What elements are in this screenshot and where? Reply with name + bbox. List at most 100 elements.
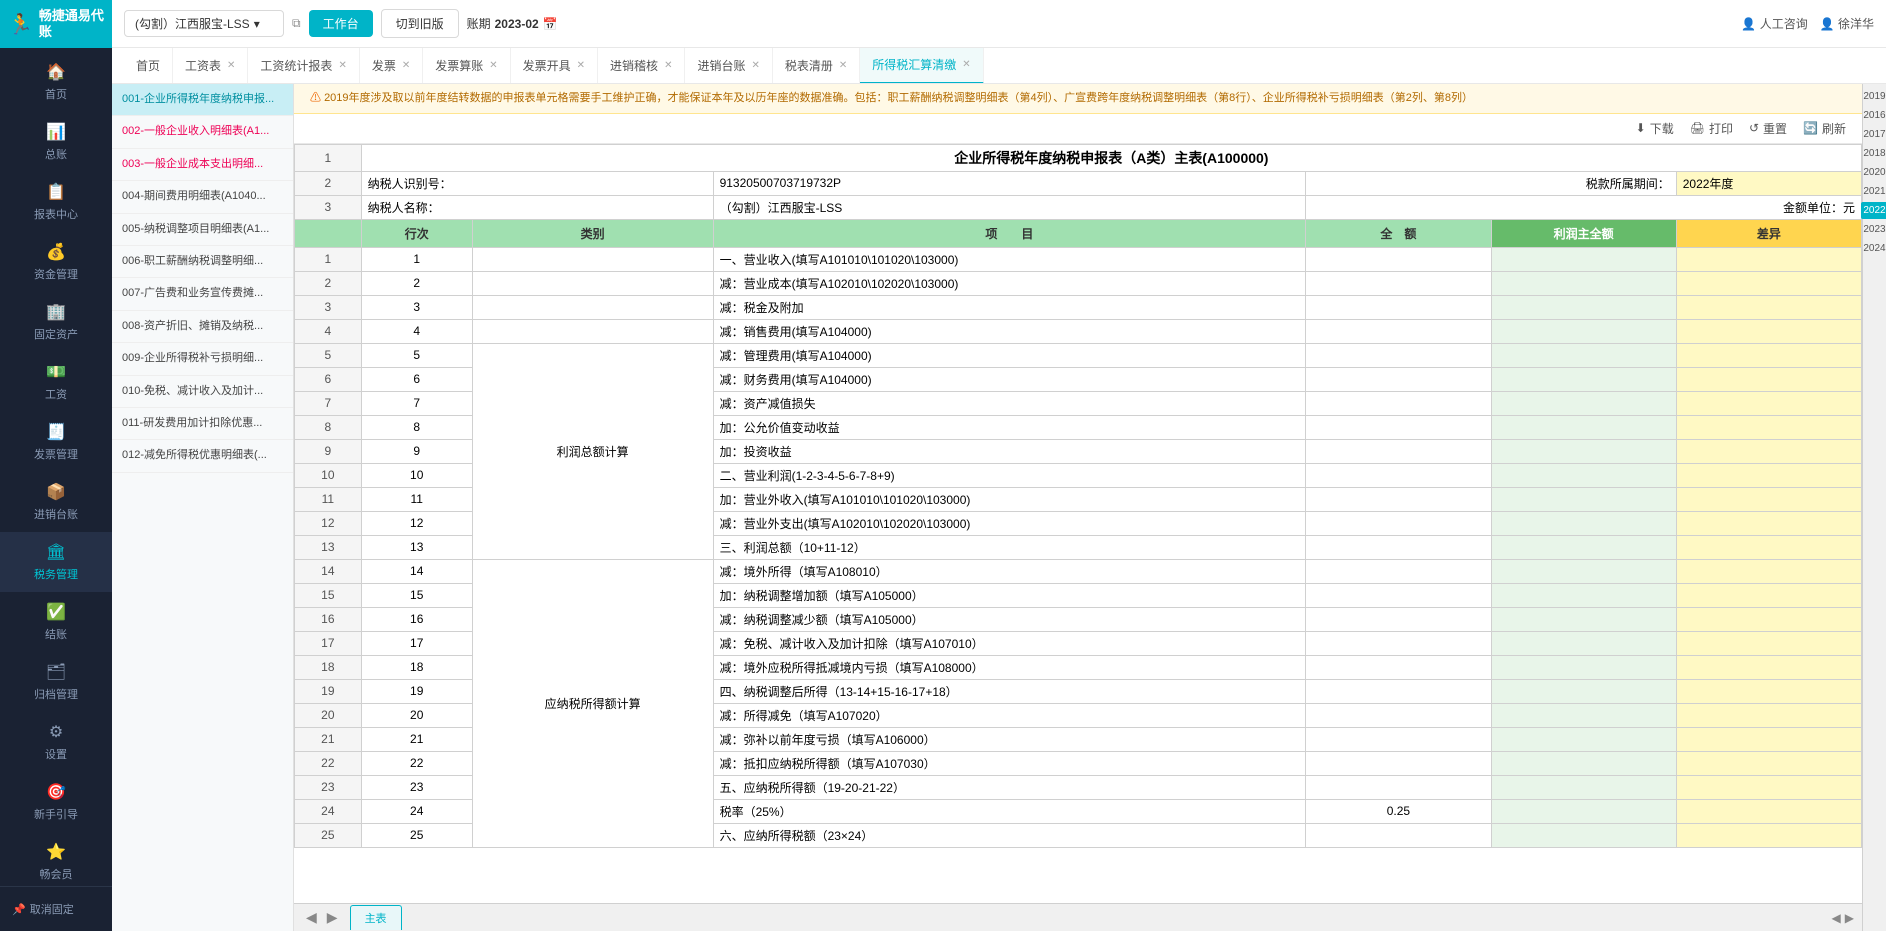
list-item-002[interactable]: 002-一般企业收入明细表(A1...: [112, 116, 293, 148]
year-badge-2022[interactable]: 2022: [1861, 202, 1886, 219]
list-item-001[interactable]: 001-企业所得税年度纳税申报...: [112, 84, 293, 116]
sidebar-item-新手引导[interactable]: 🎯新手引导: [0, 772, 112, 832]
row-diff[interactable]: [1676, 415, 1861, 439]
row-profit[interactable]: [1491, 343, 1676, 367]
calendar-icon[interactable]: 📅: [543, 17, 558, 31]
nav-next-icon[interactable]: ▶: [323, 907, 342, 928]
row-diff[interactable]: [1676, 703, 1861, 727]
row-profit[interactable]: [1491, 439, 1676, 463]
row-profit[interactable]: [1491, 247, 1676, 271]
row-profit[interactable]: [1491, 487, 1676, 511]
row-profit[interactable]: [1491, 559, 1676, 583]
sidebar-item-工资[interactable]: 💵工资: [0, 352, 112, 412]
row-diff[interactable]: [1676, 247, 1861, 271]
sidebar-item-固定资产[interactable]: 🏢固定资产: [0, 292, 112, 352]
row-diff[interactable]: [1676, 799, 1861, 823]
list-item-011[interactable]: 011-研发费用加计扣除优惠...: [112, 408, 293, 440]
tab-close-2[interactable]: ✕: [338, 60, 346, 71]
sheet-tab-main[interactable]: 主表: [350, 905, 402, 930]
row-amount[interactable]: [1306, 415, 1491, 439]
row-diff[interactable]: [1676, 319, 1861, 343]
sidebar-item-设置[interactable]: ⚙设置: [0, 712, 112, 772]
sidebar-item-畅会员[interactable]: ⭐畅会员: [0, 832, 112, 886]
row-amount[interactable]: [1306, 367, 1491, 391]
row-diff[interactable]: [1676, 583, 1861, 607]
sidebar-item-税务管理[interactable]: 🏛税务管理: [0, 532, 112, 592]
company-selector[interactable]: (勾割）江西服宝-LSS ▾: [124, 10, 284, 37]
row-diff[interactable]: [1676, 727, 1861, 751]
row-amount[interactable]: [1306, 439, 1491, 463]
row-diff[interactable]: [1676, 295, 1861, 319]
row-diff[interactable]: [1676, 487, 1861, 511]
row-amount[interactable]: [1306, 751, 1491, 775]
row-amount[interactable]: [1306, 559, 1491, 583]
tab-5[interactable]: 发票开具✕: [511, 48, 598, 84]
tab-close-1[interactable]: ✕: [227, 60, 235, 71]
year-badge-2023[interactable]: 2023: [1861, 221, 1886, 238]
row-profit[interactable]: [1491, 799, 1676, 823]
tab-4[interactable]: 发票算账✕: [423, 48, 510, 84]
sidebar-item-总账[interactable]: 📊总账: [0, 112, 112, 172]
row-amount[interactable]: [1306, 295, 1491, 319]
year-badge-2017[interactable]: 2017: [1861, 126, 1886, 143]
tab-1[interactable]: 工资表✕: [173, 48, 248, 84]
row-diff[interactable]: [1676, 511, 1861, 535]
user-service[interactable]: 👤 人工咨询: [1741, 15, 1807, 32]
sidebar-item-归档管理[interactable]: 🗂归档管理: [0, 652, 112, 712]
row-diff[interactable]: [1676, 271, 1861, 295]
row-profit[interactable]: [1491, 319, 1676, 343]
row-profit[interactable]: [1491, 271, 1676, 295]
scroll-right-icon[interactable]: ▶: [1845, 911, 1854, 925]
spreadsheet-area[interactable]: 1 企业所得税年度纳税申报表（A类）主表(A100000) 2 纳税人识别号： …: [294, 144, 1862, 904]
tab-close-6[interactable]: ✕: [664, 60, 672, 71]
row-diff[interactable]: [1676, 391, 1861, 415]
workspace-button[interactable]: 工作台: [309, 10, 373, 37]
row-diff[interactable]: [1676, 343, 1861, 367]
refresh-button[interactable]: 🔄 刷新: [1803, 120, 1846, 137]
sidebar-item-报表中心[interactable]: 📋报表中心: [0, 172, 112, 232]
print-button[interactable]: 🖨 打印: [1690, 120, 1733, 137]
row-diff[interactable]: [1676, 775, 1861, 799]
year-badge-2016[interactable]: 2016: [1861, 107, 1886, 124]
row-amount[interactable]: [1306, 463, 1491, 487]
nav-prev-icon[interactable]: ◀: [302, 907, 321, 928]
tab-0[interactable]: 首页: [124, 48, 173, 84]
sidebar-item-结账[interactable]: ✅结账: [0, 592, 112, 652]
row-amount[interactable]: [1306, 583, 1491, 607]
row-profit[interactable]: [1491, 751, 1676, 775]
row-amount[interactable]: [1306, 607, 1491, 631]
row-amount[interactable]: [1306, 247, 1491, 271]
row-diff[interactable]: [1676, 439, 1861, 463]
sidebar-item-发票管理[interactable]: 🧾发票管理: [0, 412, 112, 472]
row-amount[interactable]: [1306, 535, 1491, 559]
row-profit[interactable]: [1491, 415, 1676, 439]
row-amount[interactable]: [1306, 631, 1491, 655]
list-item-012[interactable]: 012-减免所得税优惠明细表(...: [112, 440, 293, 472]
row-profit[interactable]: [1491, 463, 1676, 487]
row-diff[interactable]: [1676, 559, 1861, 583]
row-diff[interactable]: [1676, 751, 1861, 775]
tab-close-9[interactable]: ✕: [962, 59, 970, 70]
year-badge-2018[interactable]: 2018: [1861, 145, 1886, 162]
list-item-003[interactable]: 003-一般企业成本支出明细...: [112, 149, 293, 181]
copy-icon[interactable]: ⧉: [292, 16, 301, 31]
download-button[interactable]: ⬇ 下载: [1636, 120, 1674, 137]
list-item-010[interactable]: 010-免税、减计收入及加计...: [112, 376, 293, 408]
reset-button[interactable]: ↺ 重置: [1749, 120, 1787, 137]
tab-7[interactable]: 进销台账✕: [685, 48, 772, 84]
tab-close-8[interactable]: ✕: [839, 60, 847, 71]
row-diff[interactable]: [1676, 367, 1861, 391]
row-profit[interactable]: [1491, 607, 1676, 631]
row-amount[interactable]: [1306, 655, 1491, 679]
year-badge-2021[interactable]: 2021: [1861, 183, 1886, 200]
list-item-005[interactable]: 005-纳税调整项目明细表(A1...: [112, 214, 293, 246]
list-item-004[interactable]: 004-期间费用明细表(A1040...: [112, 181, 293, 213]
row-profit[interactable]: [1491, 823, 1676, 847]
pin-button[interactable]: 📌 取消固定: [8, 895, 104, 923]
tab-close-7[interactable]: ✕: [751, 60, 759, 71]
row-profit[interactable]: [1491, 391, 1676, 415]
row-amount[interactable]: [1306, 823, 1491, 847]
row-amount[interactable]: [1306, 271, 1491, 295]
row-profit[interactable]: [1491, 703, 1676, 727]
row-diff[interactable]: [1676, 535, 1861, 559]
